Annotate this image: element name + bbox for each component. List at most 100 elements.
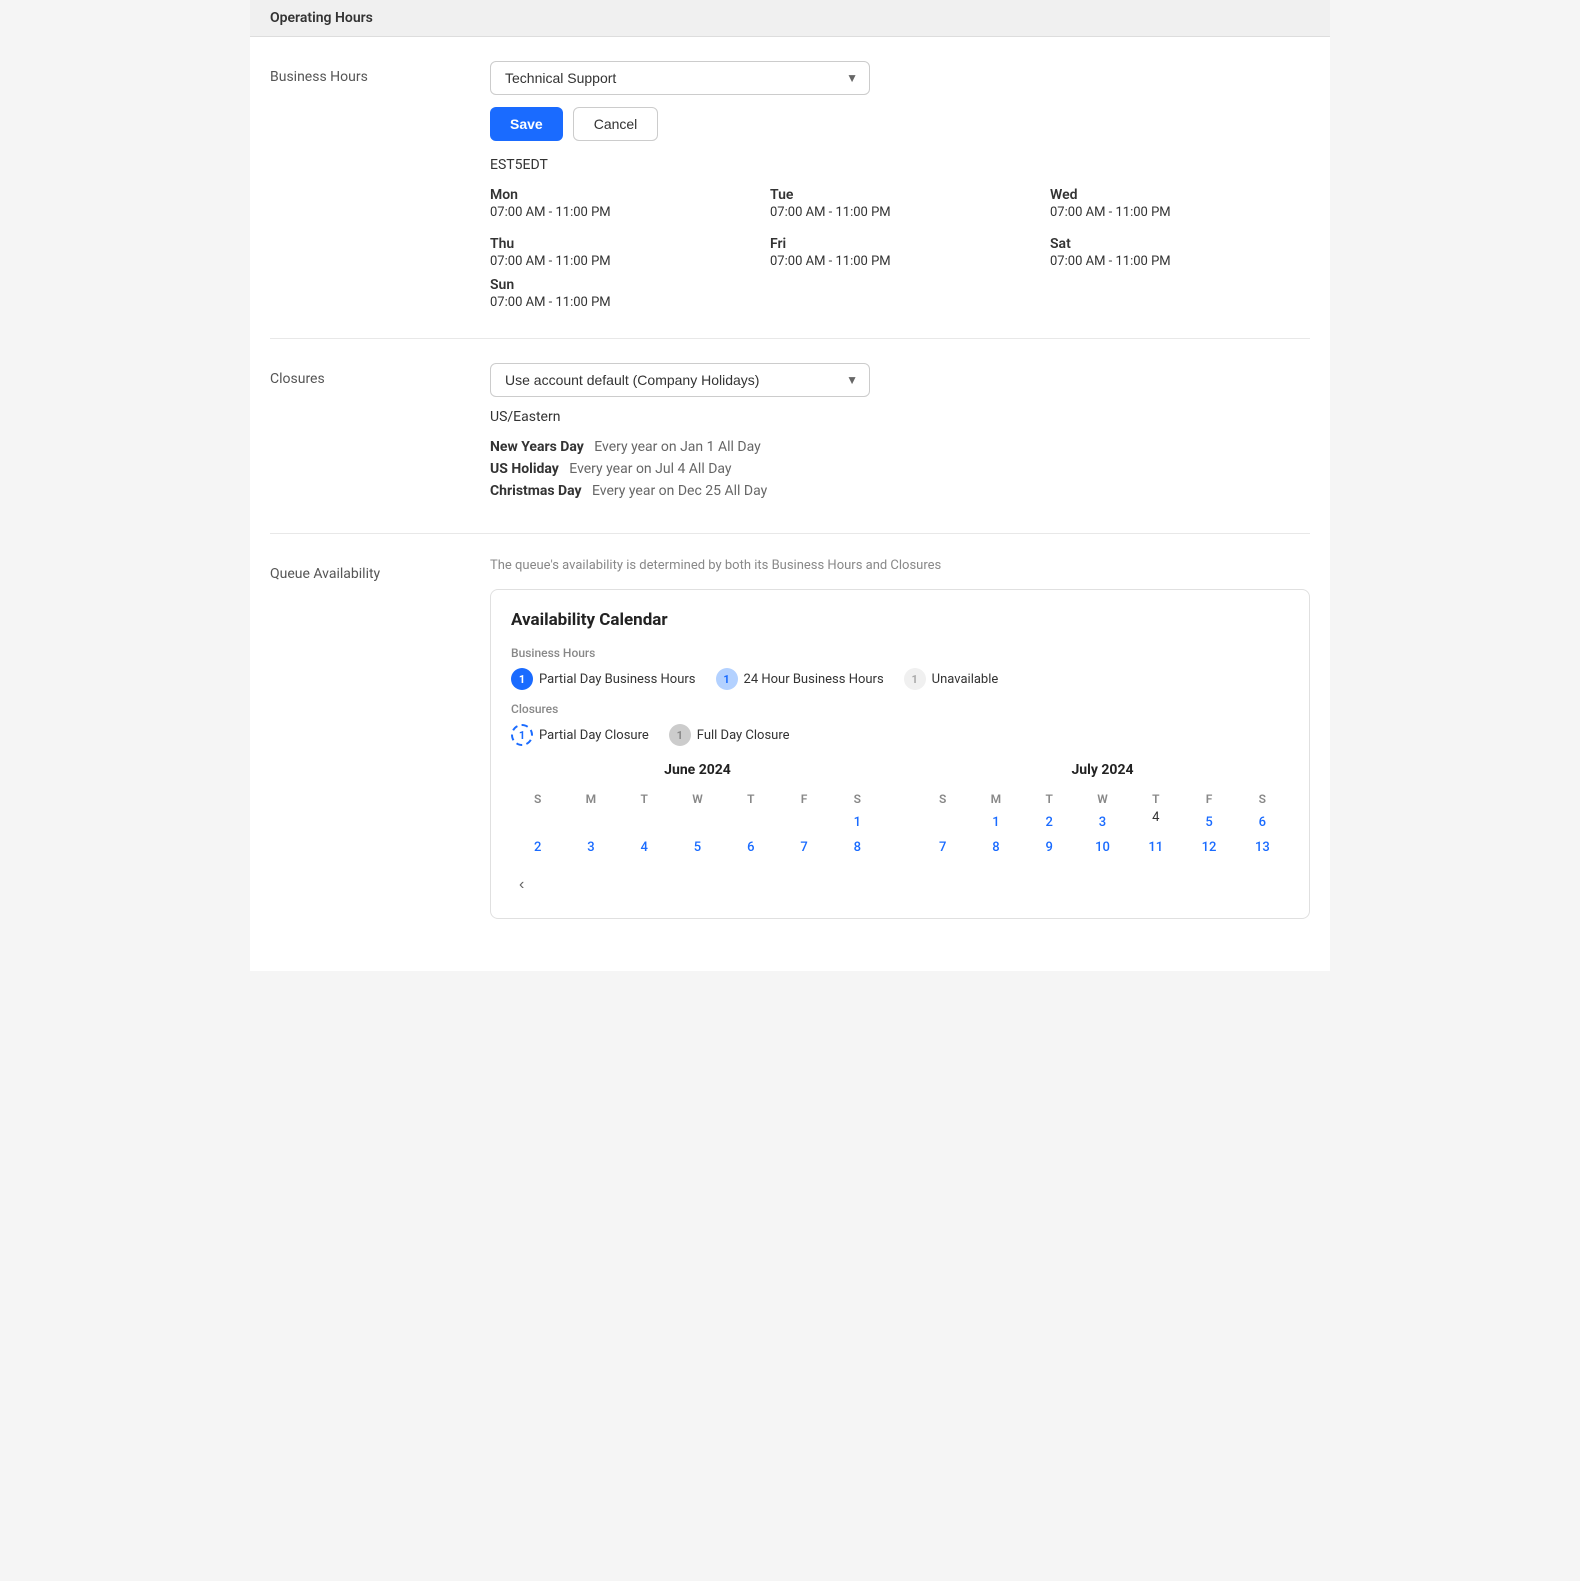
availability-calendar: Availability Calendar Business Hours 1 P… (490, 589, 1310, 919)
closures-list: New Years Day Every year on Jan 1 All Da… (490, 439, 1310, 499)
legend-partial-biz-badge: 1 (511, 668, 533, 690)
closure-item-newyears: New Years Day Every year on Jan 1 All Da… (490, 439, 1310, 455)
july-cell-5[interactable]: 5 (1182, 810, 1235, 835)
closures-timezone: US/Eastern (490, 409, 1310, 425)
june-cell-1[interactable]: 1 (831, 810, 884, 835)
june-title: June 2024 (511, 762, 884, 778)
hours-day-sun: Sun (490, 277, 1310, 293)
july-cell-10[interactable]: 10 (1076, 835, 1129, 860)
july-cell-6[interactable]: 6 (1236, 810, 1289, 835)
legend-partial-biz-label: Partial Day Business Hours (539, 672, 696, 687)
save-button[interactable]: Save (490, 107, 563, 141)
june-cell-empty6 (777, 810, 830, 835)
hours-item-wed: Wed 07:00 AM - 11:00 PM (1050, 187, 1310, 220)
legend-partial-closure-badge: 1 (511, 724, 533, 746)
june-header-t: T (618, 788, 671, 810)
june-cell-6[interactable]: 6 (724, 835, 777, 860)
june-cell-3[interactable]: 3 (564, 835, 617, 860)
closure-desc-usholiday: Every year on Jul 4 All Day (562, 461, 731, 477)
hours-day-tue: Tue (770, 187, 1030, 203)
calendar-title: Availability Calendar (511, 610, 1289, 630)
queue-availability-row: Queue Availability The queue's availabil… (270, 558, 1310, 919)
legend-full-closure-badge: 1 (669, 724, 691, 746)
hours-time-mon: 07:00 AM - 11:00 PM (490, 205, 750, 220)
hours-grid: Mon 07:00 AM - 11:00 PM Tue 07:00 AM - 1… (490, 187, 1310, 269)
business-hours-btn-row: Save Cancel (490, 107, 1310, 141)
july-header-w: W (1076, 788, 1129, 810)
legend-full-biz-label: 24 Hour Business Hours (744, 672, 884, 687)
june-cell-8[interactable]: 8 (831, 835, 884, 860)
legend-unavailable-badge: 1 (904, 668, 926, 690)
hours-item-tue: Tue 07:00 AM - 11:00 PM (770, 187, 1030, 220)
calendars-wrapper: June 2024 S M T W T F S (511, 762, 1289, 860)
hours-time-thu: 07:00 AM - 11:00 PM (490, 254, 750, 269)
business-hours-content: Technical Support Standard Business Hour… (490, 61, 1310, 310)
july-grid: S M T W T F S 1 2 3 (916, 788, 1289, 860)
legend-closures-label: Closures (511, 702, 1289, 716)
hours-day-thu: Thu (490, 236, 750, 252)
section-header: Operating Hours (250, 0, 1330, 37)
june-cell-2[interactable]: 2 (511, 835, 564, 860)
july-cell-3[interactable]: 3 (1076, 810, 1129, 835)
june-cell-empty3 (618, 810, 671, 835)
june-cell-empty5 (724, 810, 777, 835)
july-cell-12[interactable]: 12 (1182, 835, 1235, 860)
closure-item-christmas: Christmas Day Every year on Dec 25 All D… (490, 483, 1310, 499)
business-hours-label: Business Hours (270, 61, 490, 85)
july-header-m: M (969, 788, 1022, 810)
hours-day-fri: Fri (770, 236, 1030, 252)
legend-partial-biz: 1 Partial Day Business Hours (511, 668, 696, 690)
july-title: July 2024 (916, 762, 1289, 778)
business-hours-select[interactable]: Technical Support Standard Business Hour… (490, 61, 870, 95)
closure-name-usholiday: US Holiday (490, 461, 559, 477)
legend-full-biz: 1 24 Hour Business Hours (716, 668, 884, 690)
june-header-m: M (564, 788, 617, 810)
july-cell-8[interactable]: 8 (969, 835, 1022, 860)
hours-time-wed: 07:00 AM - 11:00 PM (1050, 205, 1310, 220)
closure-item-usholiday: US Holiday Every year on Jul 4 All Day (490, 461, 1310, 477)
closures-label: Closures (270, 363, 490, 387)
legend-full-biz-badge: 1 (716, 668, 738, 690)
closure-desc-newyears: Every year on Jan 1 All Day (587, 439, 760, 455)
june-cell-7[interactable]: 7 (777, 835, 830, 860)
hours-item-mon: Mon 07:00 AM - 11:00 PM (490, 187, 750, 220)
july-header-t: T (1023, 788, 1076, 810)
july-cell-7[interactable]: 7 (916, 835, 969, 860)
closures-select[interactable]: Use account default (Company Holidays) N… (490, 363, 870, 397)
june-header-t2: T (724, 788, 777, 810)
hours-time-sun: 07:00 AM - 11:00 PM (490, 295, 1310, 310)
legend-unavailable: 1 Unavailable (904, 668, 999, 690)
july-header-t2: T (1129, 788, 1182, 810)
july-cell-9[interactable]: 9 (1023, 835, 1076, 860)
july-calendar: July 2024 S M T W T F S (916, 762, 1289, 860)
cancel-button[interactable]: Cancel (573, 107, 659, 141)
business-hours-select-wrapper: Technical Support Standard Business Hour… (490, 61, 870, 95)
june-cell-empty1 (511, 810, 564, 835)
legend-closures-row: 1 Partial Day Closure 1 Full Day Closure (511, 724, 1289, 746)
june-cell-4[interactable]: 4 (618, 835, 671, 860)
legend-full-closure-label: Full Day Closure (697, 728, 790, 743)
july-cell-4[interactable]: 4 (1129, 810, 1182, 835)
hours-item-fri: Fri 07:00 AM - 11:00 PM (770, 236, 1030, 269)
june-cell-5[interactable]: 5 (671, 835, 724, 860)
july-cell-empty1 (916, 810, 969, 835)
hours-day-sat: Sat (1050, 236, 1310, 252)
hours-item-sun: Sun 07:00 AM - 11:00 PM (490, 277, 1310, 310)
legend-partial-closure: 1 Partial Day Closure (511, 724, 649, 746)
calendar-prev-button[interactable]: ‹ (511, 872, 532, 898)
closure-name-christmas: Christmas Day (490, 483, 582, 499)
july-cell-2[interactable]: 2 (1023, 810, 1076, 835)
content-area: Business Hours Technical Support Standar… (250, 37, 1330, 971)
closure-desc-christmas: Every year on Dec 25 All Day (585, 483, 767, 499)
legend-business-hours-row: 1 Partial Day Business Hours 1 24 Hour B… (511, 668, 1289, 690)
hours-item-sat: Sat 07:00 AM - 11:00 PM (1050, 236, 1310, 269)
hours-time-tue: 07:00 AM - 11:00 PM (770, 205, 1030, 220)
business-hours-timezone: EST5EDT (490, 157, 1310, 173)
closure-name-newyears: New Years Day (490, 439, 584, 455)
section-header-title: Operating Hours (270, 10, 373, 26)
july-cell-13[interactable]: 13 (1236, 835, 1289, 860)
june-grid: S M T W T F S (511, 788, 884, 860)
july-cell-1[interactable]: 1 (969, 810, 1022, 835)
july-cell-11[interactable]: 11 (1129, 835, 1182, 860)
june-header-s: S (511, 788, 564, 810)
